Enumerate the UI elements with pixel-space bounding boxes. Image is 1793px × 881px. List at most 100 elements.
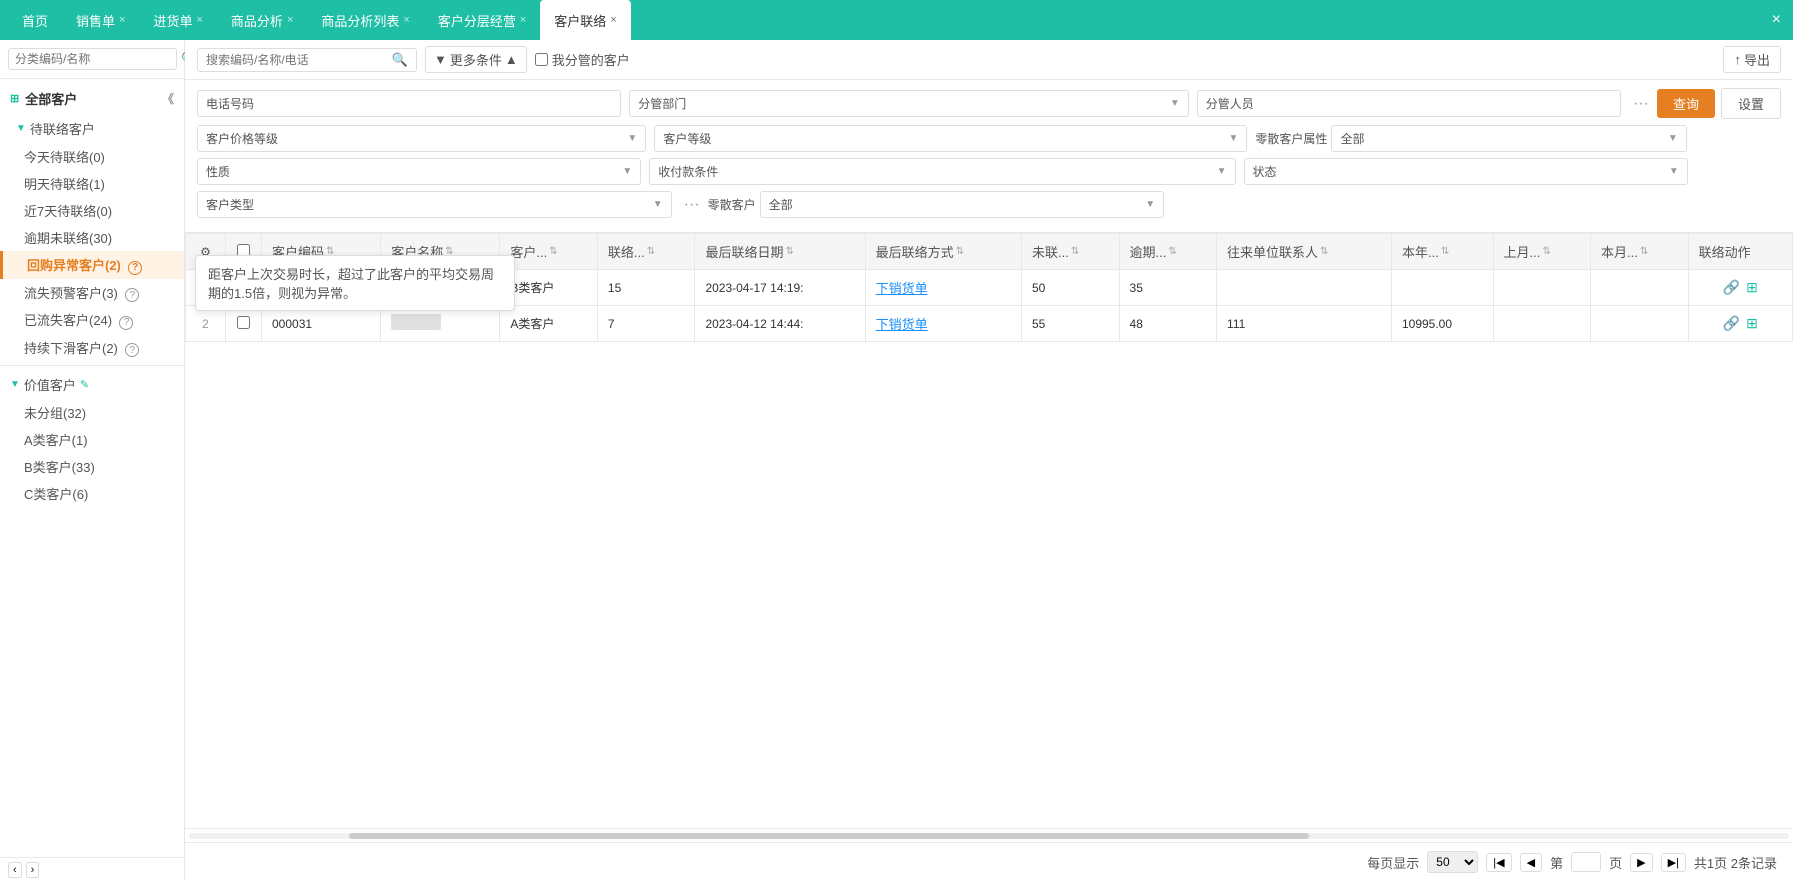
sidebar-item-declining[interactable]: 持续下滑客户(2) ? (0, 334, 184, 362)
sidebar-prev-btn[interactable]: ‹ (8, 862, 22, 878)
row2-grid-icon[interactable]: ⊞ (1746, 315, 1758, 332)
filter-row-3: 性质 ▼ 收付款条件 ▼ 状态 ▼ (197, 158, 1781, 185)
filter-search-input[interactable] (206, 53, 388, 67)
filter-search-icon[interactable]: 🔍 (392, 52, 408, 68)
sidebar-bottom-nav: ‹ › (8, 862, 39, 878)
sidebar-item-overdue[interactable]: 逾期未联络(30) (0, 224, 184, 251)
nav-customer-contact[interactable]: 客户联络 × (540, 0, 630, 40)
price-grade-select[interactable]: 客户价格等级 ▼ (197, 125, 646, 152)
nav-customer-tier-close[interactable]: × (520, 14, 526, 26)
col-lastmonth-header[interactable]: 上月... ⇅ (1493, 234, 1591, 270)
more-dots-1[interactable]: ··· (1633, 95, 1649, 113)
col-thismonth-header[interactable]: 本月... ⇅ (1591, 234, 1689, 270)
customer-grade-select[interactable]: 客户等级 ▼ (654, 125, 1247, 152)
sidebar-item-churn-warning[interactable]: 流失预警客户(3) ? (0, 279, 184, 307)
row2-lastmethod[interactable]: 下销货单 (865, 306, 1021, 342)
nav-sales-close[interactable]: × (119, 14, 125, 26)
page-input[interactable]: 1 (1571, 852, 1601, 872)
sidebar-search-input[interactable] (8, 48, 177, 70)
nav-purchase-close[interactable]: × (196, 14, 202, 26)
prev-page-btn[interactable]: ◀ (1520, 853, 1542, 872)
row2-overdue: 48 (1119, 306, 1217, 342)
status-select[interactable]: 状态 ▼ (1244, 158, 1688, 185)
table-footer: 每页显示 50 20 100 |◀ ◀ 第 1 页 ▶ ▶| 共1页 2条记录 (185, 842, 1793, 881)
nav-home[interactable]: 首页 (8, 0, 62, 40)
nav-sales[interactable]: 销售单 × (62, 0, 139, 40)
row1-lastdate: 2023-04-17 14:19: (695, 270, 865, 306)
per-page-select[interactable]: 50 20 100 (1427, 851, 1478, 873)
sidebar-item-today[interactable]: 今天待联络(0) (0, 143, 184, 170)
col-person-header[interactable]: 往来单位联系人 ⇅ (1217, 234, 1392, 270)
filter-more-btn[interactable]: ▼ 更多条件 ▲ (425, 46, 527, 73)
query-btn[interactable]: 查询 (1657, 89, 1715, 118)
nav-purchase[interactable]: 进货单 × (139, 0, 216, 40)
scatter-customer-select[interactable]: 全部 ▼ (760, 191, 1165, 218)
dept-select[interactable]: 分管部门 ▼ (629, 90, 1189, 117)
nav-product-analysis[interactable]: 商品分析 × (217, 0, 307, 40)
content-area: 🔍 ▼ 更多条件 ▲ 我分管的客户 ↑ 导出 电话号码 (185, 40, 1793, 881)
sidebar-item-abnormal[interactable]: 回购异常客户(2) ? (0, 251, 184, 279)
grid-icon: ⊞ (10, 92, 19, 105)
data-table-area[interactable]: ⚙ 客户编码 ⇅ 客户名称 ⇅ (185, 233, 1793, 828)
churn-warning-hint-icon: ? (125, 288, 139, 302)
col-uncontacted-header[interactable]: 未联... ⇅ (1022, 234, 1120, 270)
scatter-customer-label: 零散客户 (708, 196, 756, 213)
nav-product-list-close[interactable]: × (403, 14, 409, 26)
next-page-btn[interactable]: ▶ (1630, 853, 1652, 872)
sidebar-value-group[interactable]: ▼ 价值客户 ✎ (0, 370, 184, 399)
sidebar-all-customers[interactable]: ⊞ 全部客户 《 (0, 83, 184, 114)
col-overdue-header[interactable]: 逾期... ⇅ (1119, 234, 1217, 270)
nav-product-analysis-close[interactable]: × (287, 14, 293, 26)
nav-customer-tier[interactable]: 客户分层经营 × (424, 0, 540, 40)
sidebar-item-a-class[interactable]: A类客户(1) (0, 426, 184, 453)
sidebar-item-ungrouped[interactable]: 未分组(32) (0, 399, 184, 426)
total-records-label: 共1页 2条记录 (1694, 853, 1777, 872)
sidebar-next-btn[interactable]: › (26, 862, 40, 878)
chevron-up-icon: ▲ (505, 52, 518, 67)
sidebar-bottom: ‹ › (0, 857, 184, 881)
sidebar-collapse-btn[interactable]: 《 (162, 90, 174, 107)
row1-grid-icon[interactable]: ⊞ (1746, 279, 1758, 296)
my-customers-checkbox[interactable] (535, 53, 548, 66)
row1-link-icon[interactable]: 🔗 (1723, 279, 1740, 296)
col-contact-header[interactable]: 联络... ⇅ (597, 234, 695, 270)
settings-btn[interactable]: 设置 (1721, 88, 1781, 119)
row2-checkbox[interactable] (237, 316, 250, 329)
col-lastmethod-header[interactable]: 最后联络方式 ⇅ (865, 234, 1021, 270)
row1-person (1217, 270, 1392, 306)
horizontal-scrollbar[interactable] (185, 828, 1793, 842)
sidebar-item-c-class[interactable]: C类客户(6) (0, 480, 184, 507)
edit-icon[interactable]: ✎ (80, 378, 89, 391)
nav-customer-contact-close[interactable]: × (610, 14, 616, 26)
last-page-btn[interactable]: ▶| (1661, 853, 1686, 872)
manager-label: 分管人员 (1206, 95, 1254, 112)
nature-select[interactable]: 性质 ▼ (197, 158, 641, 185)
manager-input[interactable] (1260, 97, 1612, 111)
churned-hint-icon: ? (119, 316, 133, 330)
sidebar-item-tomorrow[interactable]: 明天待联络(1) (0, 170, 184, 197)
sidebar-item-7days[interactable]: 近7天待联络(0) (0, 197, 184, 224)
row2-link-icon[interactable]: 🔗 (1723, 315, 1740, 332)
col-lastdate-header[interactable]: 最后联络日期 ⇅ (695, 234, 865, 270)
payment-chevron-icon: ▼ (1217, 166, 1227, 177)
sidebar-item-b-class[interactable]: B类客户(33) (0, 453, 184, 480)
customer-type-select[interactable]: 客户类型 ▼ (197, 191, 672, 218)
nav-product-analysis-list[interactable]: 商品分析列表 × (307, 0, 423, 40)
page-label: 第 (1550, 853, 1563, 872)
scatter-attr-select[interactable]: 全部 ▼ (1331, 125, 1686, 152)
first-page-btn[interactable]: |◀ (1486, 853, 1511, 872)
phone-input[interactable] (260, 97, 612, 111)
sidebar-item-churned[interactable]: 已流失客户(24) ? (0, 306, 184, 334)
row2-yearamt: 10995.00 (1391, 306, 1493, 342)
lastmethod-sort-icon: ⇅ (956, 246, 964, 257)
more-dots-2[interactable]: ··· (684, 196, 700, 214)
status-chevron-icon: ▼ (1669, 166, 1679, 177)
export-icon: ↑ (1734, 52, 1741, 67)
sidebar-pending-group[interactable]: ▼ 待联络客户 (0, 114, 184, 143)
export-btn[interactable]: ↑ 导出 (1723, 46, 1781, 73)
scrollbar-thumb[interactable] (349, 833, 1309, 839)
nav-close-all[interactable]: × (1772, 11, 1781, 29)
payment-select[interactable]: 收付款条件 ▼ (649, 158, 1235, 185)
row1-lastmethod[interactable]: 下销货单 (865, 270, 1021, 306)
col-yearamt-header[interactable]: 本年... ⇅ (1391, 234, 1493, 270)
